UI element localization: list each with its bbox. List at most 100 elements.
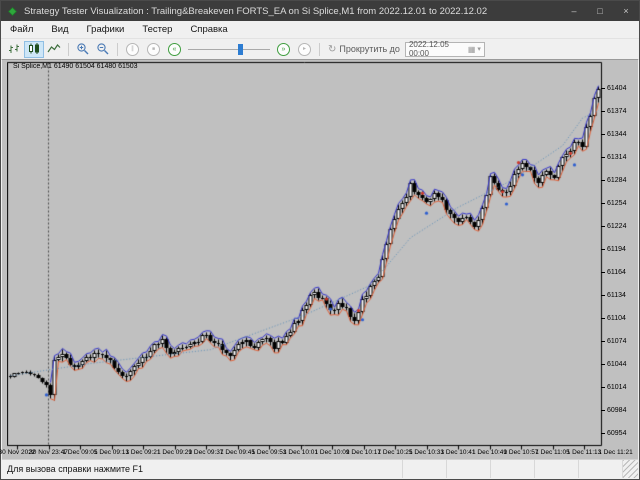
window-title: Strategy Tester Visualization : Trailing… xyxy=(24,5,488,17)
toolbar-separator xyxy=(319,42,320,56)
price-tick-mark xyxy=(601,318,605,319)
price-tick-label: 60954 xyxy=(601,429,626,438)
skip-button[interactable]: ▸ xyxy=(298,42,311,56)
price-tick-label: 61164 xyxy=(601,268,626,277)
price-tick-mark xyxy=(601,203,605,204)
time-tick-label: 1 Dec 09:13 xyxy=(93,449,130,456)
scroll-to-label: Прокрутить до xyxy=(339,44,400,54)
scroll-to-date-value: 2022.12.05 00:00 xyxy=(408,40,449,58)
time-tick-label: 1 Dec 09:29 xyxy=(156,449,193,456)
app-icon xyxy=(8,6,17,16)
time-tick-label: 1 Dec 10:33 xyxy=(408,449,445,456)
price-tick-label: 61044 xyxy=(601,360,626,369)
status-help-text: Для вызова справки нажмите F1 xyxy=(7,464,144,474)
time-tick-label: 1 Dec 10:41 xyxy=(440,449,476,456)
menu-item-file[interactable]: Файл xyxy=(1,21,42,38)
toolbar-separator xyxy=(117,42,118,56)
minimize-button[interactable]: – xyxy=(561,1,587,21)
status-pane xyxy=(490,460,534,478)
toolbar-separator xyxy=(68,42,69,56)
price-tick-mark xyxy=(601,134,605,135)
scroll-to-date-input[interactable]: 2022.12.05 00:00 ▦ ▾ xyxy=(404,40,485,58)
time-tick-label: 1 Dec 10:01 xyxy=(282,449,319,456)
menu-item-tester[interactable]: Тестер xyxy=(133,21,181,38)
chart-canvas[interactable] xyxy=(7,60,603,462)
zoom-in-button[interactable] xyxy=(73,41,93,58)
bars-chart-icon xyxy=(9,44,19,53)
price-scale[interactable]: 61404 61374 61344 61314 61284 61254 61224 61194… xyxy=(601,60,640,462)
zoom-out-button[interactable] xyxy=(93,41,113,58)
menu-item-help[interactable]: Справка xyxy=(181,21,236,38)
slower-button[interactable]: « xyxy=(168,42,181,56)
time-tick-label: 1 Dec 10:25 xyxy=(377,449,413,456)
price-tick-label: 61314 xyxy=(601,153,626,162)
status-pane xyxy=(446,460,490,478)
candlestick-chart-button[interactable] xyxy=(24,40,44,58)
close-button[interactable]: × xyxy=(613,1,639,21)
price-tick-label: 61344 xyxy=(601,130,626,139)
menu-item-view[interactable]: Вид xyxy=(42,21,77,38)
price-tick-label: 61224 xyxy=(601,222,626,231)
bars-chart-button[interactable] xyxy=(4,41,24,58)
speed-slider-handle[interactable] xyxy=(238,43,243,55)
menu-bar: Файл Вид Графики Тестер Справка xyxy=(1,21,639,38)
time-tick-label: 1 Dec 10:09 xyxy=(314,449,350,456)
faster-icon: » xyxy=(281,45,286,53)
price-tick-label: 61014 xyxy=(601,383,626,392)
price-tick-label: 61404 xyxy=(601,84,626,93)
stop-button[interactable]: ■ xyxy=(147,42,160,56)
faster-button[interactable]: » xyxy=(277,42,290,56)
time-tick-label: 1 Dec 10:57 xyxy=(503,449,539,456)
price-tick-mark xyxy=(601,387,605,388)
price-tick-mark xyxy=(601,226,605,227)
maximize-button[interactable]: □ xyxy=(587,1,613,21)
title-bar[interactable]: Strategy Tester Visualization : Trailing… xyxy=(1,1,639,21)
time-tick-label: 1 Dec 09:45 xyxy=(219,449,256,456)
price-tick-label: 61134 xyxy=(601,291,626,300)
price-tick-mark xyxy=(601,180,605,181)
resize-grip[interactable] xyxy=(622,460,638,478)
price-tick-label: 60984 xyxy=(601,406,626,415)
toolbar: ∥ ■ « » ▸ ↻ Прокрутить до 2022.12.05 00:… xyxy=(1,39,639,60)
time-tick-label: 1 Dec 10:17 xyxy=(345,449,382,456)
chevron-down-icon: ▾ xyxy=(477,46,481,53)
zoom-out-icon xyxy=(97,43,109,55)
zoom-in-icon xyxy=(77,43,89,55)
time-tick-label: 1 Dec 11:21 xyxy=(598,449,633,456)
price-tick-label: 61104 xyxy=(601,314,626,323)
price-tick-mark xyxy=(601,364,605,365)
line-chart-button[interactable] xyxy=(44,41,64,58)
time-tick-label: 1 Dec 09:53 xyxy=(251,449,287,456)
stop-icon: ■ xyxy=(151,45,156,52)
pause-icon: ∥ xyxy=(131,46,134,52)
time-tick-label: 1 Dec 09:37 xyxy=(188,449,224,456)
pause-button[interactable]: ∥ xyxy=(126,42,139,56)
price-tick-label: 61254 xyxy=(601,199,626,208)
time-tick-label: 1 Dec 11:13 xyxy=(566,449,602,456)
status-pane xyxy=(578,460,622,478)
calendar-icon: ▦ xyxy=(467,44,476,54)
price-tick-mark xyxy=(601,88,605,89)
menu-item-charts[interactable]: Графики xyxy=(78,21,134,38)
speed-slider[interactable] xyxy=(188,43,270,56)
price-tick-label: 61284 xyxy=(601,176,626,185)
price-tick-mark xyxy=(601,410,605,411)
status-pane xyxy=(402,460,446,478)
price-tick-label: 61194 xyxy=(601,245,626,254)
time-tick-label: 1 Dec 09:05 xyxy=(62,449,98,456)
price-tick-mark xyxy=(601,341,605,342)
price-tick-mark xyxy=(601,433,605,434)
scroll-to-icon: ↻ xyxy=(328,43,337,55)
speed-slider-track xyxy=(188,48,270,50)
price-tick-mark xyxy=(601,157,605,158)
time-tick-label: 1 Dec 11:05 xyxy=(535,449,570,456)
status-pane xyxy=(534,460,578,478)
line-chart-icon xyxy=(47,44,61,53)
price-tick-mark xyxy=(601,295,605,296)
price-tick-label: 61074 xyxy=(601,337,626,346)
price-tick-mark xyxy=(601,249,605,250)
slower-icon: « xyxy=(172,45,177,53)
time-tick-label: 1 Dec 10:49 xyxy=(471,449,508,456)
price-tick-mark xyxy=(601,111,605,112)
chart-area: Si Splice,M1 61490 61504 61480 61503 614… xyxy=(0,59,640,462)
